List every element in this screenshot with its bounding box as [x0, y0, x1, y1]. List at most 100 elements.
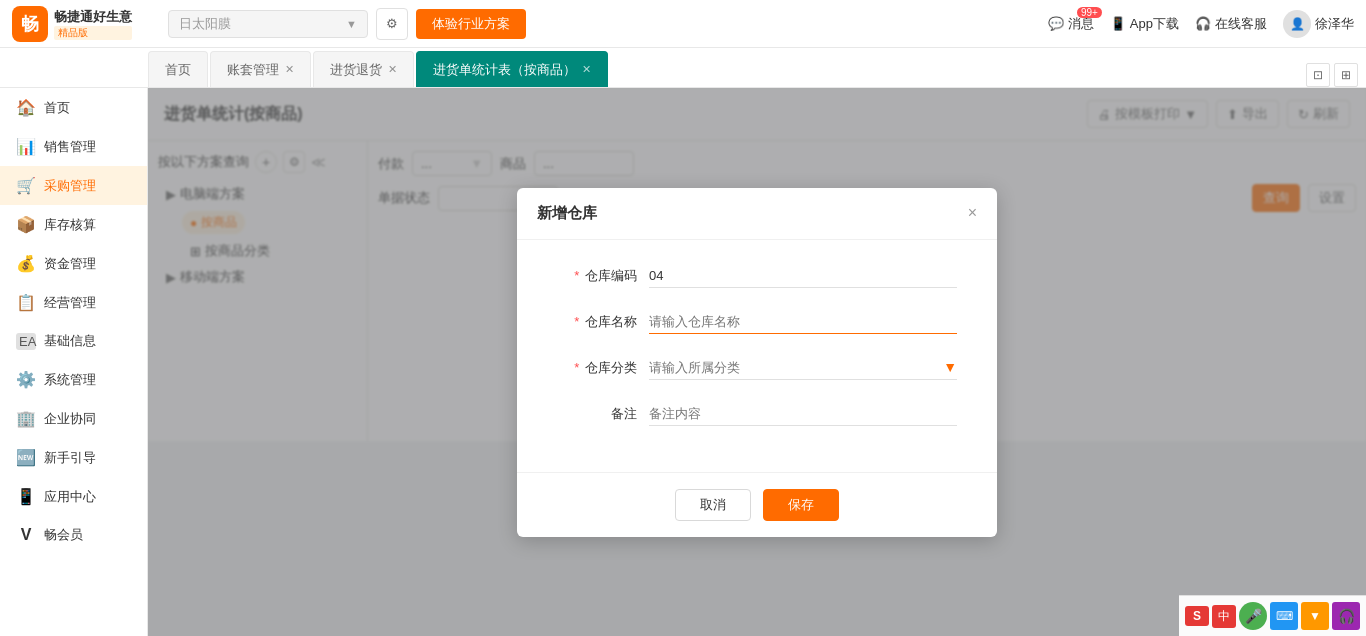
required-star-category: * — [574, 360, 579, 375]
sidebar-sales-label: 销售管理 — [44, 138, 96, 156]
sidebar-item-operations[interactable]: 📋 经营管理 — [0, 283, 147, 322]
customer-service-item[interactable]: 🎧 在线客服 — [1195, 15, 1267, 33]
sidebar-home-label: 首页 — [44, 99, 70, 117]
form-row-remark: 备注 — [557, 402, 957, 426]
search-dropdown-icon[interactable]: ▼ — [346, 18, 357, 30]
message-icon: 💬 — [1048, 16, 1064, 31]
sidebar-item-sales[interactable]: 📊 销售管理 — [0, 127, 147, 166]
warehouse-remark-input[interactable] — [649, 402, 957, 426]
chinese-icon[interactable]: 中 — [1212, 605, 1236, 628]
s-brand-icon: S — [1185, 606, 1209, 626]
system-icon: ⚙️ — [16, 370, 36, 389]
tab-purchase-return-close[interactable]: ✕ — [388, 63, 397, 76]
operations-icon: 📋 — [16, 293, 36, 312]
cancel-button[interactable]: 取消 — [675, 489, 751, 521]
enterprise-icon: 🏢 — [16, 409, 36, 428]
sidebar-operations-label: 经营管理 — [44, 294, 96, 312]
sidebar-item-basic[interactable]: EA 基础信息 — [0, 322, 147, 360]
sidebar-item-member[interactable]: V 畅会员 — [0, 516, 147, 554]
logo-icon: 畅 — [12, 6, 48, 42]
modal-header: 新增仓库 × — [517, 188, 997, 240]
top-header: 畅 畅捷通好生意 精品版 日太阳膜 ▼ ⚙ 体验行业方案 💬 消息 99+ 📱 … — [0, 0, 1366, 48]
tab-purchase-return[interactable]: 进货退货 ✕ — [313, 51, 414, 87]
purchase-icon: 🛒 — [16, 176, 36, 195]
save-button[interactable]: 保存 — [763, 489, 839, 521]
tab-fullscreen-btn[interactable]: ⊞ — [1334, 63, 1358, 87]
sidebar-enterprise-label: 企业协同 — [44, 410, 96, 428]
tab-account-close[interactable]: ✕ — [285, 63, 294, 76]
tab-purchase-stats[interactable]: 进货单统计表（按商品） ✕ — [416, 51, 608, 87]
category-label: * 仓库分类 — [557, 359, 637, 377]
sidebar-item-finance[interactable]: 💰 资金管理 — [0, 244, 147, 283]
required-star-name: * — [574, 314, 579, 329]
messages-icon-item[interactable]: 💬 消息 99+ — [1048, 15, 1094, 33]
headset-icon: 🎧 — [1195, 16, 1211, 31]
inventory-icon: 📦 — [16, 215, 36, 234]
tab-restore-btn[interactable]: ⊡ — [1306, 63, 1330, 87]
remark-label: 备注 — [557, 405, 637, 423]
sidebar-item-guide[interactable]: 🆕 新手引导 — [0, 438, 147, 477]
sidebar-member-label: 畅会员 — [44, 526, 83, 544]
category-input-wrapper: ▼ — [649, 356, 957, 380]
tab-purchase-stats-close[interactable]: ✕ — [582, 63, 591, 76]
tab-purchase-return-label: 进货退货 — [330, 61, 382, 79]
logo-text-area: 畅捷通好生意 精品版 — [54, 8, 132, 40]
header-search-bar[interactable]: 日太阳膜 ▼ — [168, 10, 368, 38]
sidebar-basic-label: 基础信息 — [44, 332, 96, 350]
mic-icon[interactable]: 🎤 — [1239, 602, 1267, 630]
content-area: 进货单统计(按商品) 🖨 按模板打印 ▼ ⬆ 导出 ↻ 刷新 — [148, 88, 1366, 636]
tab-home[interactable]: 首页 — [148, 51, 208, 87]
tab-home-label: 首页 — [165, 61, 191, 79]
sidebar-item-home[interactable]: 🏠 首页 — [0, 88, 147, 127]
sidebar-finance-label: 资金管理 — [44, 255, 96, 273]
home-icon: 🏠 — [16, 98, 36, 117]
logo-area: 畅 畅捷通好生意 精品版 — [12, 6, 160, 42]
tab-bar: 首页 账套管理 ✕ 进货退货 ✕ 进货单统计表（按商品） ✕ ⊡ ⊞ — [0, 48, 1366, 88]
modal-title: 新增仓库 — [537, 204, 597, 223]
sidebar-item-system[interactable]: ⚙️ 系统管理 — [0, 360, 147, 399]
search-text: 日太阳膜 — [179, 15, 342, 33]
category-dropdown-icon[interactable]: ▼ — [943, 359, 957, 375]
basic-icon: EA — [16, 333, 36, 350]
modal-overlay: 新增仓库 × * 仓库编码 * — [148, 88, 1366, 636]
tab-account[interactable]: 账套管理 ✕ — [210, 51, 311, 87]
form-row-name: * 仓库名称 — [557, 310, 957, 334]
sidebar: 🏠 首页 📊 销售管理 🛒 采购管理 📦 库存核算 💰 资金管理 📋 经营管理 … — [0, 88, 148, 636]
tab-account-label: 账套管理 — [227, 61, 279, 79]
header-right: 💬 消息 99+ 📱 App下载 🎧 在线客服 👤 徐泽华 — [1048, 10, 1354, 38]
warehouse-name-input[interactable] — [649, 310, 957, 334]
headset-bottom-icon[interactable]: 🎧 — [1332, 602, 1360, 630]
user-item[interactable]: 👤 徐泽华 — [1283, 10, 1354, 38]
experience-button[interactable]: 体验行业方案 — [416, 9, 526, 39]
header-settings-icon[interactable]: ⚙ — [376, 8, 408, 40]
sidebar-purchase-label: 采购管理 — [44, 177, 96, 195]
modal-footer: 取消 保存 — [517, 472, 997, 537]
customer-service-label: 在线客服 — [1215, 15, 1267, 33]
app-download-label: App下载 — [1130, 15, 1179, 33]
tab-controls: ⊡ ⊞ — [1306, 63, 1366, 87]
sales-icon: 📊 — [16, 137, 36, 156]
sidebar-item-purchase[interactable]: 🛒 采购管理 — [0, 166, 147, 205]
tab-purchase-stats-label: 进货单统计表（按商品） — [433, 61, 576, 79]
modal-body: * 仓库编码 * 仓库名称 — [517, 240, 997, 472]
mobile-icon: 📱 — [1110, 16, 1126, 31]
app-download-item[interactable]: 📱 App下载 — [1110, 15, 1179, 33]
bottom-settings-icon[interactable]: ▼ — [1301, 602, 1329, 630]
sidebar-system-label: 系统管理 — [44, 371, 96, 389]
modal-close-btn[interactable]: × — [968, 204, 977, 222]
keyboard-icon[interactable]: ⌨ — [1270, 602, 1298, 630]
sidebar-item-enterprise[interactable]: 🏢 企业协同 — [0, 399, 147, 438]
app-icon: 📱 — [16, 487, 36, 506]
sidebar-guide-label: 新手引导 — [44, 449, 96, 467]
sidebar-item-app[interactable]: 📱 应用中心 — [0, 477, 147, 516]
warehouse-code-input[interactable] — [649, 264, 957, 288]
app-title: 畅捷通好生意 — [54, 8, 132, 26]
required-star-code: * — [574, 268, 579, 283]
warehouse-category-input[interactable] — [649, 356, 943, 379]
sidebar-item-inventory[interactable]: 📦 库存核算 — [0, 205, 147, 244]
sidebar-inventory-label: 库存核算 — [44, 216, 96, 234]
code-label: * 仓库编码 — [557, 267, 637, 285]
form-row-code: * 仓库编码 — [557, 264, 957, 288]
user-avatar: 👤 — [1283, 10, 1311, 38]
name-label: * 仓库名称 — [557, 313, 637, 331]
